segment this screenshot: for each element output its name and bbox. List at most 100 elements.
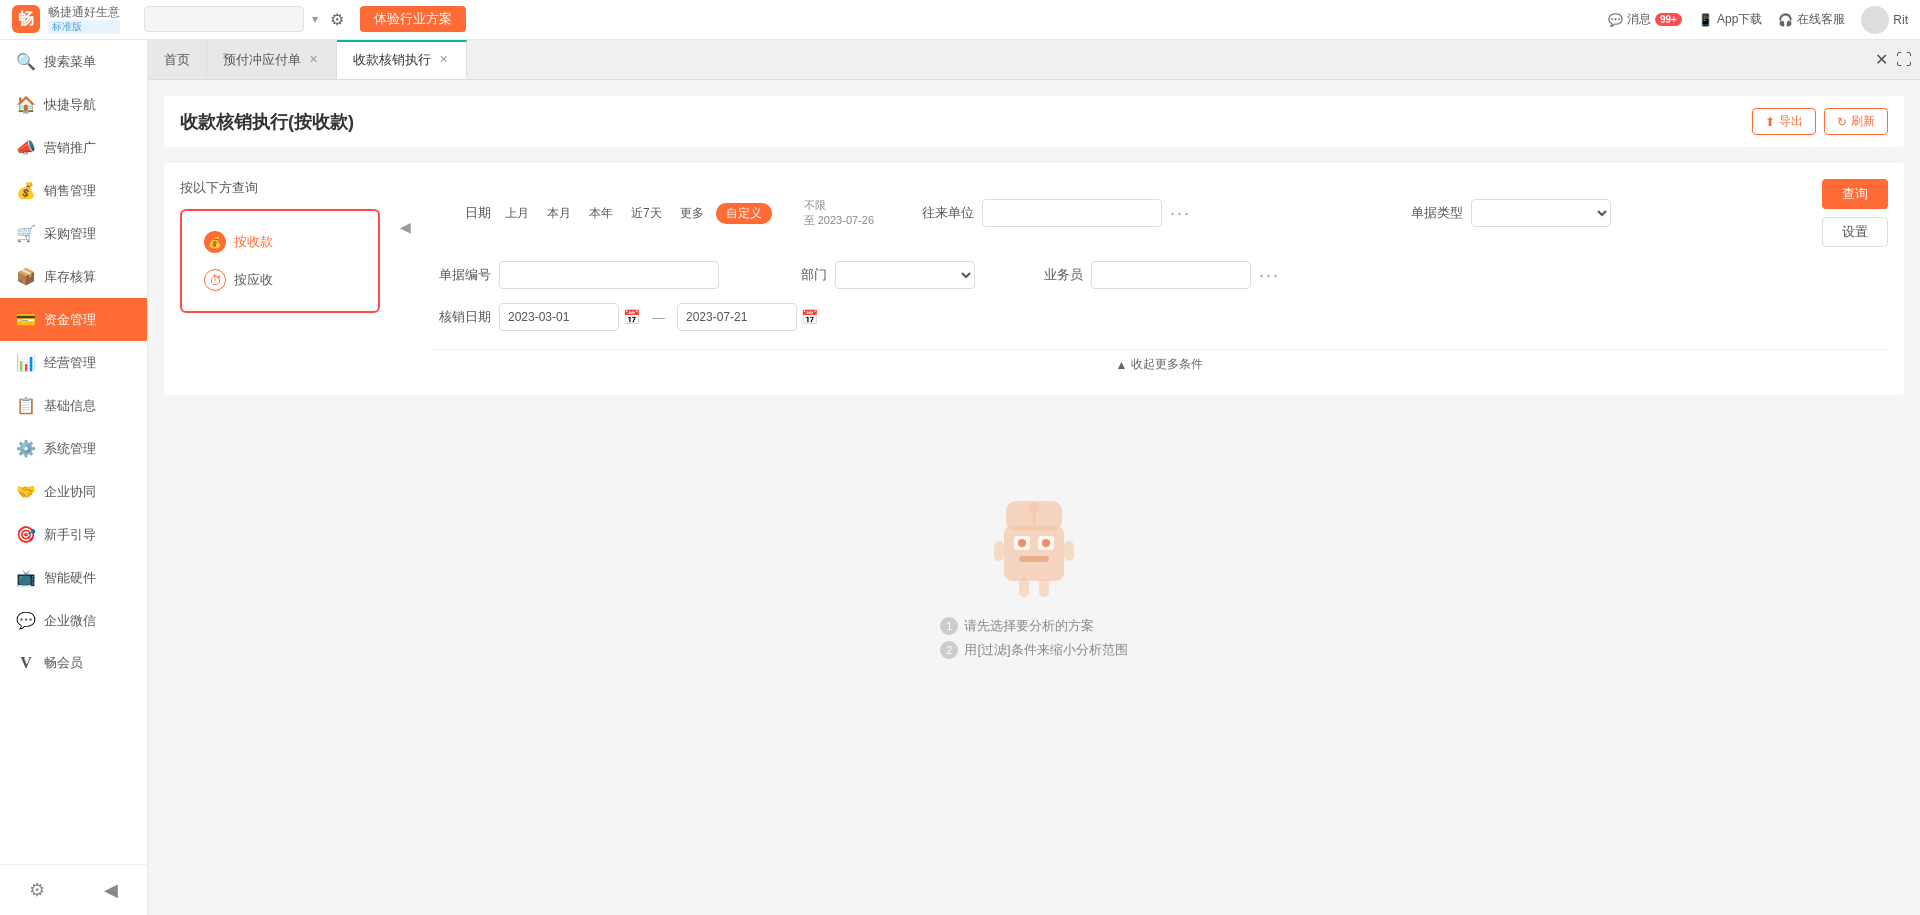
date-tab-more[interactable]: 更多 bbox=[674, 203, 710, 224]
online-service-button[interactable]: 🎧 在线客服 bbox=[1778, 11, 1845, 28]
sidebar-label: 畅会员 bbox=[44, 654, 83, 672]
sidebar-label: 经营管理 bbox=[44, 354, 96, 372]
tab-receipt-cancel[interactable]: 收款核销执行 ✕ bbox=[337, 40, 467, 79]
receipt-option-label: 按收款 bbox=[234, 233, 273, 251]
sidebar-item-system[interactable]: ⚙️ 系统管理 bbox=[0, 427, 147, 470]
partner-more-icon[interactable]: ··· bbox=[1170, 203, 1191, 224]
sidebar-settings-icon[interactable]: ⚙ bbox=[23, 873, 51, 907]
date-tab-7days[interactable]: 近7天 bbox=[625, 203, 668, 224]
empty-state: 1 请先选择要分析的方案 2 用[过滤]条件来缩小分析范围 bbox=[164, 411, 1904, 739]
sidebar-item-cooperation[interactable]: 🤝 企业协同 bbox=[0, 470, 147, 513]
sidebar-label: 采购管理 bbox=[44, 225, 96, 243]
finance-icon: 💳 bbox=[16, 310, 36, 329]
export-button[interactable]: ⬆ 导出 bbox=[1752, 108, 1816, 135]
sidebar-item-operation[interactable]: 📊 经营管理 bbox=[0, 341, 147, 384]
collapse-more-button[interactable]: ▲ 收起更多条件 bbox=[431, 349, 1888, 379]
cancel-date-end-input: 📅 bbox=[677, 303, 818, 331]
sidebar-item-finance[interactable]: 💳 资金管理 bbox=[0, 298, 147, 341]
user-profile[interactable]: Rit bbox=[1861, 6, 1908, 34]
tab-prepay-close-icon[interactable]: ✕ bbox=[307, 51, 320, 68]
guide-icon: 🎯 bbox=[16, 525, 36, 544]
main-layout: 🔍 搜索菜单 🏠 快捷导航 📣 营销推广 💰 销售管理 🛒 采购管理 📦 库存核… bbox=[0, 40, 1920, 915]
filter-option-by-receipt[interactable]: 💰 按收款 bbox=[194, 223, 366, 261]
inventory-icon: 📦 bbox=[16, 267, 36, 286]
solution-button[interactable]: 体验行业方案 bbox=[360, 6, 466, 32]
date-tab-this-month[interactable]: 本月 bbox=[541, 203, 577, 224]
settings-button[interactable]: 设置 bbox=[1822, 217, 1888, 247]
cancel-date-end-field[interactable] bbox=[677, 303, 797, 331]
tab-close-all-icon[interactable]: ✕ bbox=[1875, 50, 1888, 69]
sidebar-label: 销售管理 bbox=[44, 182, 96, 200]
cancel-date-start-field[interactable] bbox=[499, 303, 619, 331]
empty-tip-2-text: 用[过滤]条件来缩小分析范围 bbox=[964, 641, 1127, 659]
sidebar-item-smart-hw[interactable]: 📺 智能硬件 bbox=[0, 556, 147, 599]
sidebar-item-guide[interactable]: 🎯 新手引导 bbox=[0, 513, 147, 556]
username: Rit bbox=[1893, 13, 1908, 27]
dept-label: 部门 bbox=[767, 266, 827, 284]
date-no-limit: 不限 至 2023-07-26 bbox=[804, 198, 874, 228]
tab-receipt-cancel-close-icon[interactable]: ✕ bbox=[437, 51, 450, 68]
doc-no-input[interactable] bbox=[499, 261, 719, 289]
refresh-button[interactable]: ↻ 刷新 bbox=[1824, 108, 1888, 135]
sidebar-label: 企业协同 bbox=[44, 483, 96, 501]
salesperson-input[interactable] bbox=[1091, 261, 1251, 289]
date-tab-custom[interactable]: 自定义 bbox=[716, 203, 772, 224]
messages-badge: 99+ bbox=[1655, 13, 1682, 26]
sidebar-item-search-menu[interactable]: 🔍 搜索菜单 bbox=[0, 40, 147, 83]
tip-num-2: 2 bbox=[940, 641, 958, 659]
receivable-option-label: 按应收 bbox=[234, 271, 273, 289]
sidebar-item-inventory[interactable]: 📦 库存核算 bbox=[0, 255, 147, 298]
sidebar-item-sales[interactable]: 💰 销售管理 bbox=[0, 169, 147, 212]
query-button[interactable]: 查询 bbox=[1822, 179, 1888, 209]
doc-type-select[interactable] bbox=[1471, 199, 1611, 227]
tab-home[interactable]: 首页 bbox=[148, 40, 207, 79]
marketing-icon: 📣 bbox=[16, 138, 36, 157]
cancel-date-label: 核销日期 bbox=[431, 308, 491, 326]
tab-home-label: 首页 bbox=[164, 51, 190, 69]
dept-field: 部门 bbox=[767, 261, 975, 289]
filter-row-1: 日期 上月 本月 本年 近7天 更多 自定义 不限 bbox=[431, 179, 1888, 247]
salesperson-more-icon[interactable]: ··· bbox=[1259, 265, 1280, 286]
date-tab-this-year[interactable]: 本年 bbox=[583, 203, 619, 224]
headset-icon: 🎧 bbox=[1778, 13, 1793, 27]
sidebar-item-enterprise-wx[interactable]: 💬 企业微信 bbox=[0, 599, 147, 642]
filter-option-by-receivable[interactable]: ⏱ 按应收 bbox=[194, 261, 366, 299]
tab-prepay[interactable]: 预付冲应付单 ✕ bbox=[207, 40, 337, 79]
calendar-start-icon[interactable]: 📅 bbox=[623, 309, 640, 325]
sidebar-item-marketing[interactable]: 📣 营销推广 bbox=[0, 126, 147, 169]
sidebar-item-basic-info[interactable]: 📋 基础信息 bbox=[0, 384, 147, 427]
topbar-left: 畅 畅捷通好生意 标准版 ▾ ⚙ 体验行业方案 bbox=[12, 5, 1608, 33]
sidebar-label: 智能硬件 bbox=[44, 569, 96, 587]
empty-tips: 1 请先选择要分析的方案 2 用[过滤]条件来缩小分析范围 bbox=[940, 617, 1127, 659]
sidebar-item-vip[interactable]: V 畅会员 bbox=[0, 642, 147, 684]
settings-gear-icon[interactable]: ⚙ bbox=[330, 10, 344, 29]
collapse-chevron-icon: ▲ bbox=[1116, 358, 1128, 372]
sidebar-label: 营销推广 bbox=[44, 139, 96, 157]
filter-collapse-arrow-icon[interactable]: ◀ bbox=[396, 215, 415, 239]
page-title: 收款核销执行(按收款) bbox=[180, 110, 354, 134]
receipt-option-icon: 💰 bbox=[204, 231, 226, 253]
messages-button[interactable]: 💬 消息 99+ bbox=[1608, 11, 1682, 28]
tab-maximize-icon[interactable]: ⛶ bbox=[1896, 51, 1912, 69]
svg-rect-7 bbox=[1064, 541, 1074, 561]
sidebar-item-purchase[interactable]: 🛒 采购管理 bbox=[0, 212, 147, 255]
filter-right: 日期 上月 本月 本年 近7天 更多 自定义 不限 bbox=[431, 179, 1888, 379]
cancel-date-start-input: 📅 bbox=[499, 303, 640, 331]
app-download-button[interactable]: 📱 App下载 bbox=[1698, 11, 1762, 28]
sidebar-collapse-icon[interactable]: ◀ bbox=[98, 873, 124, 907]
svg-rect-8 bbox=[1019, 579, 1029, 597]
empty-tip-1: 1 请先选择要分析的方案 bbox=[940, 617, 1127, 635]
doc-no-field: 单据编号 bbox=[431, 261, 719, 289]
empty-tip-2: 2 用[过滤]条件来缩小分析范围 bbox=[940, 641, 1127, 659]
dropdown-chevron-icon[interactable]: ▾ bbox=[312, 12, 318, 26]
filter-row-2: 单据编号 部门 业务员 ··· bbox=[431, 261, 1888, 289]
tab-bar: 首页 预付冲应付单 ✕ 收款核销执行 ✕ ✕ ⛶ bbox=[148, 40, 1920, 80]
dept-select[interactable] bbox=[835, 261, 975, 289]
basic-info-icon: 📋 bbox=[16, 396, 36, 415]
partner-input[interactable] bbox=[982, 199, 1162, 227]
date-tab-last-month[interactable]: 上月 bbox=[499, 203, 535, 224]
sidebar-item-quick-nav[interactable]: 🏠 快捷导航 bbox=[0, 83, 147, 126]
calendar-end-icon[interactable]: 📅 bbox=[801, 309, 818, 325]
search-box[interactable] bbox=[144, 6, 304, 32]
export-icon: ⬆ bbox=[1765, 115, 1775, 129]
